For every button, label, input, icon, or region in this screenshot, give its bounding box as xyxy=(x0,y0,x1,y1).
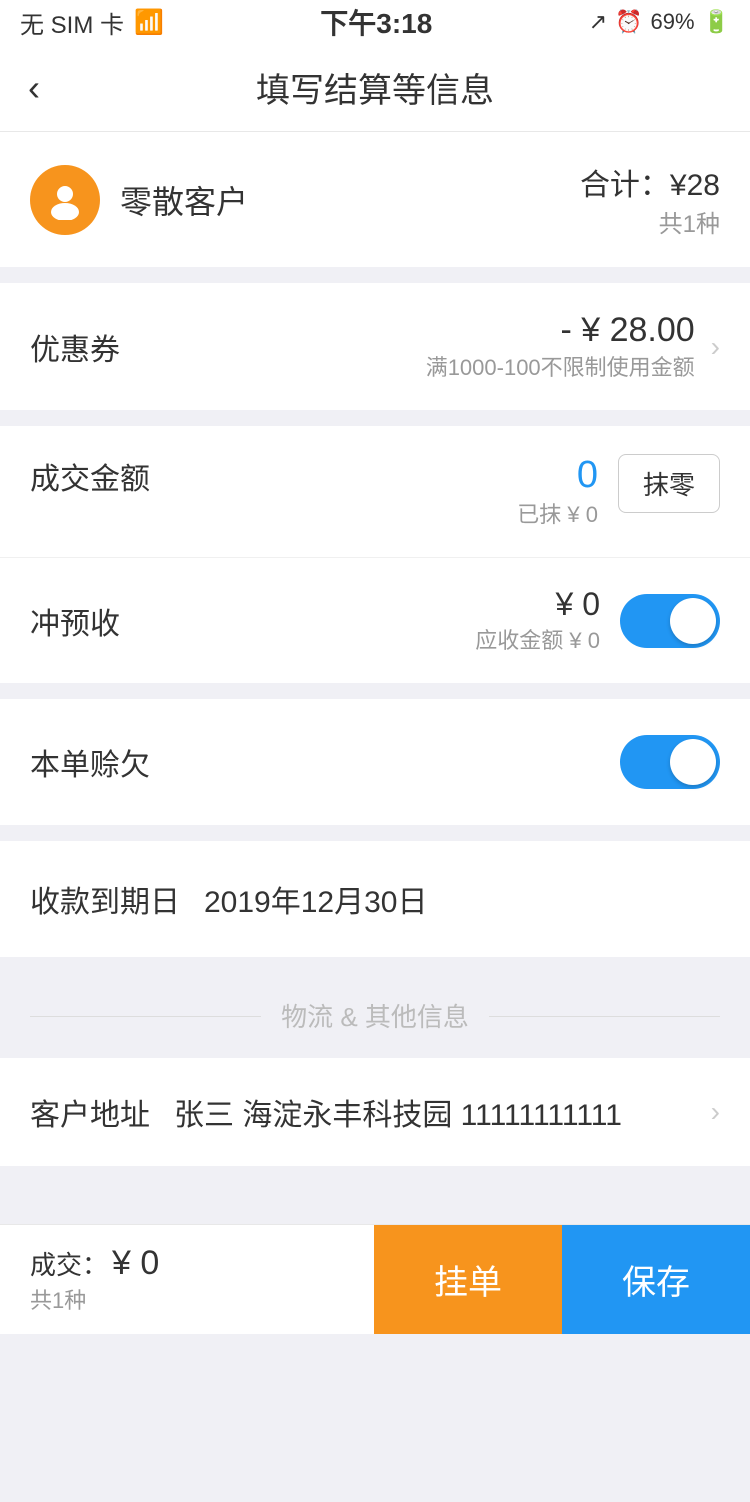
prepay-values: ¥ 0 应收金额 ¥ 0 xyxy=(475,586,600,655)
transaction-values: 0 已抹 ¥ 0 xyxy=(517,454,598,529)
address-chevron-icon: › xyxy=(711,1096,720,1128)
total-amount: 合计：¥28 xyxy=(580,160,720,204)
bottom-deal-row: 成交： ¥ 0 xyxy=(30,1244,344,1283)
address-value: 张三 海淀永丰科技园 11111111111 xyxy=(174,1090,622,1134)
carrier-label: 无 SIM 卡 xyxy=(20,5,124,40)
coupon-values: - ¥ 28.00 满1000-100不限制使用金额 xyxy=(426,311,695,382)
battery-icon: 🔋 xyxy=(703,9,730,35)
coupon-desc: 满1000-100不限制使用金额 xyxy=(426,350,695,382)
transaction-value: 0 xyxy=(517,454,598,497)
status-left: 无 SIM 卡 📶 xyxy=(20,5,164,40)
avatar xyxy=(30,165,100,235)
prepay-row: 冲预收 ¥ 0 应收金额 ¥ 0 xyxy=(0,558,750,683)
customer-total: 合计：¥28 共1种 xyxy=(580,160,720,239)
debit-toggle[interactable] xyxy=(620,735,720,789)
address-row[interactable]: 客户地址 张三 海淀永丰科技园 11111111111 › xyxy=(0,1058,750,1166)
due-date-value: 2019年12月30日 xyxy=(204,877,427,921)
prepay-label: 冲预收 xyxy=(30,599,120,643)
total-count: 共1种 xyxy=(580,204,720,239)
transaction-row: 成交金额 0 已抹 ¥ 0 抹零 xyxy=(0,426,750,558)
prepay-toggle[interactable] xyxy=(620,594,720,648)
address-label: 客户地址 xyxy=(30,1090,150,1134)
status-bar: 无 SIM 卡 📶 下午3:18 ↗ ⏰ 69% 🔋 xyxy=(0,0,750,44)
battery-label: 69% xyxy=(651,9,695,35)
transaction-sub: 已抹 ¥ 0 xyxy=(517,497,598,529)
wifi-icon: 📶 xyxy=(134,8,164,37)
coupon-section: 优惠券 - ¥ 28.00 满1000-100不限制使用金额 › xyxy=(0,283,750,410)
coupon-discount: - ¥ 28.00 xyxy=(426,311,695,350)
customer-name: 零散客户 xyxy=(120,177,248,223)
back-button[interactable]: ‹ xyxy=(28,67,40,109)
financial-section: 成交金额 0 已抹 ¥ 0 抹零 冲预收 ¥ 0 应收金额 ¥ 0 xyxy=(0,426,750,683)
address-left: 客户地址 张三 海淀永丰科技园 11111111111 xyxy=(30,1090,622,1134)
prepay-amount: ¥ 0 xyxy=(475,586,600,623)
bottom-deal-amount: ¥ 0 xyxy=(112,1244,159,1283)
bottom-info: 成交： ¥ 0 共1种 xyxy=(0,1244,374,1315)
coupon-chevron-icon: › xyxy=(711,331,720,363)
logistics-section: 物流 & 其他信息 xyxy=(0,973,750,1058)
logistics-label: 物流 & 其他信息 xyxy=(261,997,489,1034)
page-title: 填写结算等信息 xyxy=(256,63,494,112)
location-icon: ↗ xyxy=(589,9,607,35)
nav-bar: ‹ 填写结算等信息 xyxy=(0,44,750,132)
debit-toggle-knob xyxy=(670,739,716,785)
transaction-label: 成交金额 xyxy=(30,454,150,498)
hang-button[interactable]: 挂单 xyxy=(374,1225,562,1334)
debit-row: 本单赊欠 xyxy=(0,699,750,825)
coupon-right: - ¥ 28.00 满1000-100不限制使用金额 › xyxy=(426,311,720,382)
prepay-sub: 应收金额 ¥ 0 xyxy=(475,623,600,655)
coupon-row[interactable]: 优惠券 - ¥ 28.00 满1000-100不限制使用金额 › xyxy=(0,283,750,410)
round-button[interactable]: 抹零 xyxy=(618,454,720,513)
status-time: 下午3:18 xyxy=(320,2,432,42)
customer-left: 零散客户 xyxy=(30,165,248,235)
save-button[interactable]: 保存 xyxy=(562,1225,750,1334)
debit-label: 本单赊欠 xyxy=(30,740,150,784)
alarm-icon: ⏰ xyxy=(615,9,642,35)
bottom-buttons: 挂单 保存 xyxy=(374,1225,750,1334)
customer-row: 零散客户 合计：¥28 共1种 xyxy=(0,132,750,267)
status-right: ↗ ⏰ 69% 🔋 xyxy=(589,9,730,35)
bottom-bar: 成交： ¥ 0 共1种 挂单 保存 xyxy=(0,1224,750,1334)
prepay-toggle-knob xyxy=(670,598,716,644)
coupon-label: 优惠券 xyxy=(30,325,120,369)
transaction-right: 0 已抹 ¥ 0 抹零 xyxy=(517,454,720,529)
prepay-right: ¥ 0 应收金额 ¥ 0 xyxy=(475,586,720,655)
bottom-count: 共1种 xyxy=(30,1283,344,1315)
bottom-deal-label: 成交： xyxy=(30,1245,108,1282)
due-date-label: 收款到期日 xyxy=(30,877,180,921)
due-date-row: 收款到期日 2019年12月30日 xyxy=(0,841,750,957)
